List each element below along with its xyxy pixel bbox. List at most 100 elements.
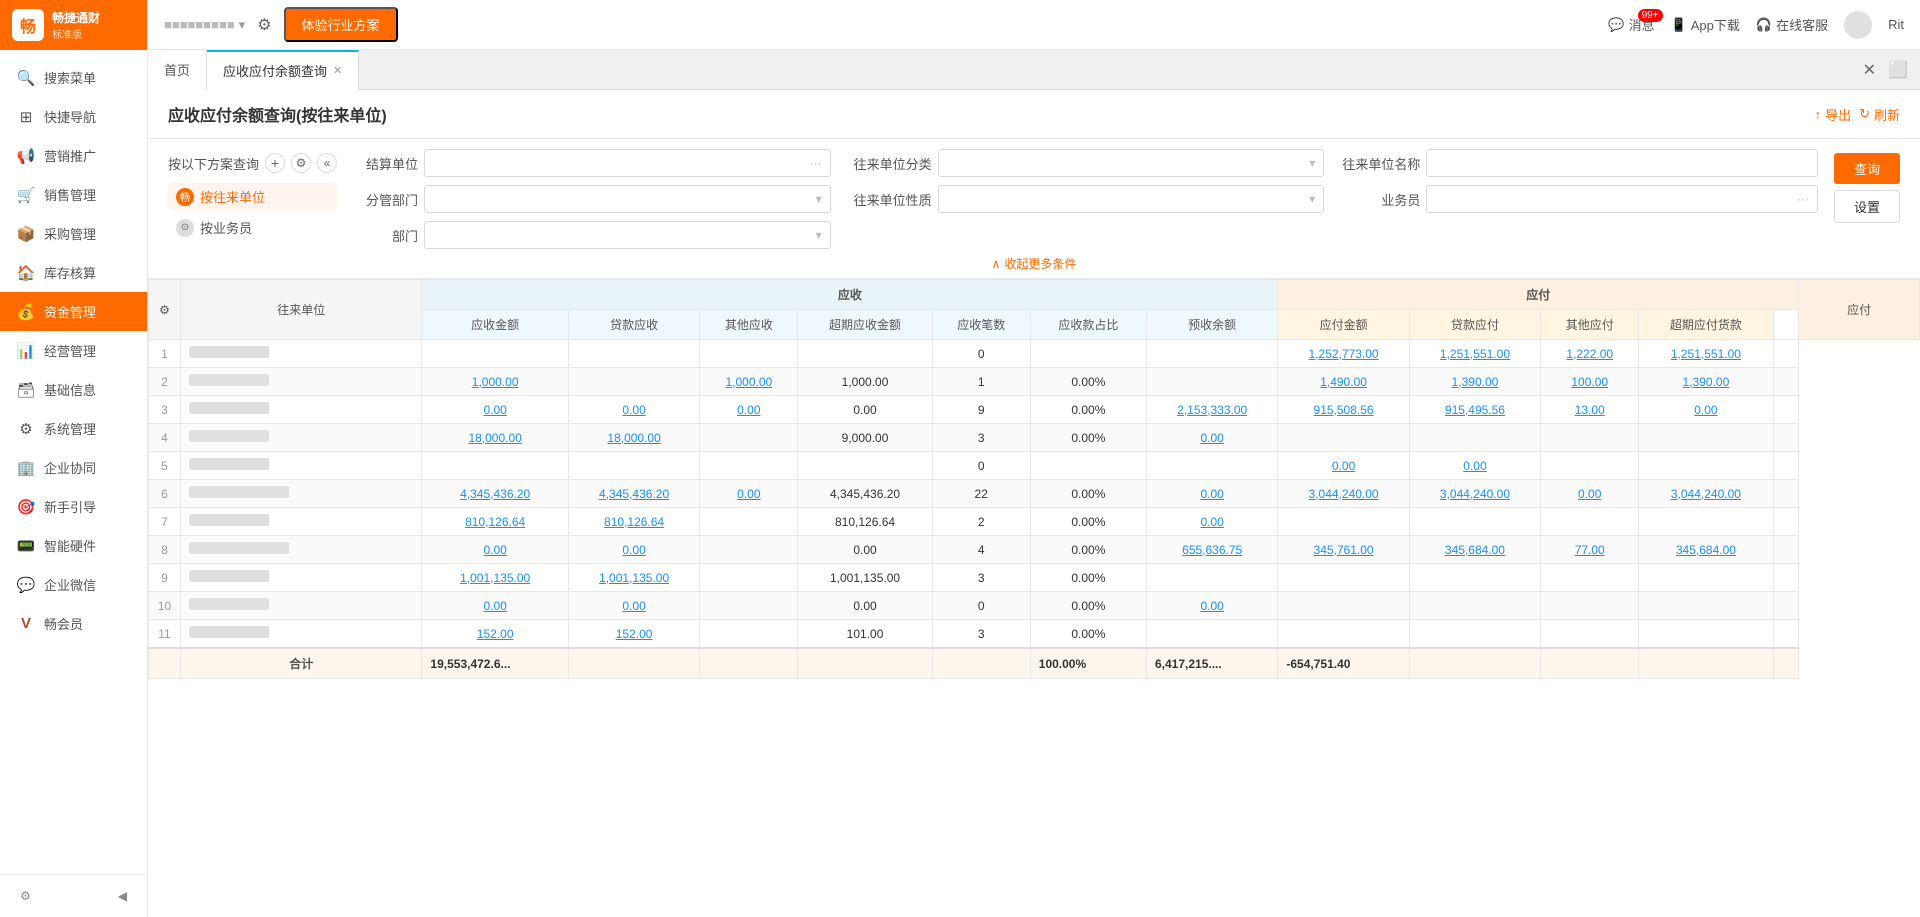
table-cell[interactable]: 0.00 bbox=[568, 592, 699, 620]
tab-home[interactable]: 首页 bbox=[148, 50, 207, 90]
unit-nature-input[interactable]: ▾ bbox=[938, 185, 1325, 213]
table-cell[interactable]: 18,000.00 bbox=[568, 424, 699, 452]
scheme-by-unit[interactable]: 畅 按往来单位 bbox=[168, 183, 337, 210]
table-cell[interactable]: 3,044,240.00 bbox=[1639, 480, 1773, 508]
table-cell[interactable]: 810,126.64 bbox=[568, 508, 699, 536]
unit-name-input[interactable] bbox=[1426, 149, 1818, 177]
table-cell[interactable]: 3,044,240.00 bbox=[1409, 480, 1540, 508]
sidebar-item-corp[interactable]: 🏢 企业协同 bbox=[0, 448, 147, 487]
table-cell[interactable]: 915,495.56 bbox=[1409, 396, 1540, 424]
settings-button[interactable]: 设置 bbox=[1834, 190, 1900, 223]
table-cell[interactable]: 13.00 bbox=[1541, 396, 1639, 424]
salesperson-input[interactable]: ··· bbox=[1426, 185, 1818, 213]
sidebar-collapse-btn[interactable]: ◀ bbox=[114, 885, 131, 907]
table-cell[interactable]: 345,684.00 bbox=[1409, 536, 1540, 564]
settlement-unit-input[interactable]: ··· bbox=[424, 149, 831, 177]
department-input[interactable]: ▾ bbox=[424, 221, 831, 249]
table-cell: 6 bbox=[149, 480, 181, 508]
tab-maximize-btn[interactable]: ⬜ bbox=[1884, 56, 1912, 84]
sidebar-item-inventory[interactable]: 🏠 库存核算 bbox=[0, 253, 147, 292]
add-scheme-btn[interactable]: + bbox=[265, 153, 285, 173]
table-cell[interactable]: 1,000.00 bbox=[700, 368, 798, 396]
table-cell[interactable]: 0.00 bbox=[1541, 480, 1639, 508]
division-dept-input[interactable]: ▾ bbox=[424, 185, 831, 213]
sidebar-item-operations[interactable]: 📊 经营管理 bbox=[0, 331, 147, 370]
promo-button[interactable]: 体验行业方案 bbox=[284, 7, 398, 42]
table-cell[interactable]: 0.00 bbox=[568, 396, 699, 424]
export-btn[interactable]: ↑ 导出 bbox=[1815, 105, 1852, 124]
unit-category-input[interactable]: ▾ bbox=[938, 149, 1325, 177]
tab-close-window-btn[interactable]: ✕ bbox=[1859, 56, 1880, 84]
online-service-btn[interactable]: 🎧 在线客服 bbox=[1756, 15, 1828, 34]
sidebar-item-system[interactable]: ⚙ 系统管理 bbox=[0, 409, 147, 448]
table-cell[interactable]: 0.00 bbox=[1146, 508, 1277, 536]
sidebar-item-guide[interactable]: 🎯 新手引导 bbox=[0, 487, 147, 526]
sidebar-item-vip[interactable]: V 畅会员 bbox=[0, 604, 147, 643]
table-cell[interactable]: 2,153,333.00 bbox=[1146, 396, 1277, 424]
table-area[interactable]: ⚙ 往来单位 应收 应付 应付 应收金额 贷款应收 其他应收 超期应收金额 应收… bbox=[148, 279, 1920, 917]
sidebar-item-basics[interactable]: 🗃 基础信息 bbox=[0, 370, 147, 409]
table-cell[interactable]: 0.00 bbox=[422, 536, 568, 564]
sidebar-item-finance[interactable]: 💰 资金管理 bbox=[0, 292, 147, 331]
message-btn[interactable]: 💬 消息 99+ bbox=[1608, 15, 1654, 34]
app-download-btn[interactable]: 📱 App下载 bbox=[1671, 15, 1740, 34]
sidebar-item-wechat[interactable]: 💬 企业微信 bbox=[0, 565, 147, 604]
table-cell[interactable]: 4,345,436.20 bbox=[568, 480, 699, 508]
table-cell[interactable]: 0.00 bbox=[1146, 424, 1277, 452]
footer-ar-amount[interactable]: 19,553,472.6... bbox=[422, 648, 568, 679]
table-cell[interactable]: 1,252,773.00 bbox=[1278, 340, 1409, 368]
username[interactable]: Rit bbox=[1888, 17, 1904, 32]
sidebar-item-quick-nav[interactable]: ⊞ 快捷导航 bbox=[0, 97, 147, 136]
table-cell[interactable]: 1,251,551.00 bbox=[1639, 340, 1773, 368]
table-cell[interactable]: 0.00 bbox=[422, 396, 568, 424]
table-cell[interactable]: 345,761.00 bbox=[1278, 536, 1409, 564]
table-cell[interactable]: 77.00 bbox=[1541, 536, 1639, 564]
table-cell[interactable]: 3,044,240.00 bbox=[1278, 480, 1409, 508]
table-cell[interactable]: 0.00 bbox=[568, 536, 699, 564]
sidebar-item-hardware[interactable]: 📟 智能硬件 bbox=[0, 526, 147, 565]
table-cell[interactable]: 152.00 bbox=[422, 620, 568, 649]
table-cell[interactable]: 1,001,135.00 bbox=[422, 564, 568, 592]
table-cell[interactable]: 18,000.00 bbox=[422, 424, 568, 452]
table-cell[interactable]: 1,251,551.00 bbox=[1409, 340, 1540, 368]
table-cell[interactable]: 915,508.56 bbox=[1278, 396, 1409, 424]
table-cell[interactable]: 0.00 bbox=[700, 396, 798, 424]
query-button[interactable]: 查询 bbox=[1834, 153, 1900, 184]
sidebar-settings-btn[interactable]: ⚙ bbox=[16, 885, 35, 907]
refresh-btn[interactable]: ↻ 刷新 bbox=[1859, 105, 1900, 124]
table-cell[interactable]: 1,222.00 bbox=[1541, 340, 1639, 368]
gear-icon[interactable]: ⚙ bbox=[257, 15, 271, 35]
table-cell[interactable]: 810,126.64 bbox=[422, 508, 568, 536]
table-cell[interactable]: 1,001,135.00 bbox=[568, 564, 699, 592]
table-cell[interactable]: 345,684.00 bbox=[1639, 536, 1773, 564]
table-cell[interactable]: 0.00 bbox=[1146, 480, 1277, 508]
collapse-btn[interactable]: ∧ 收起更多条件 bbox=[992, 255, 1077, 272]
table-cell[interactable]: 655,636.75 bbox=[1146, 536, 1277, 564]
tab-ar-ap[interactable]: 应收应付余额查询 ✕ bbox=[207, 50, 359, 90]
col-settings-header[interactable]: ⚙ bbox=[149, 280, 181, 340]
settings-scheme-btn[interactable]: ⚙ bbox=[291, 153, 311, 173]
table-cell[interactable]: 1,390.00 bbox=[1639, 368, 1773, 396]
sidebar-item-sales[interactable]: 🛒 销售管理 bbox=[0, 175, 147, 214]
table-cell[interactable]: 0.00 bbox=[1278, 452, 1409, 480]
table-cell[interactable]: 0.00 bbox=[700, 480, 798, 508]
table-cell[interactable]: 4,345,436.20 bbox=[422, 480, 568, 508]
sidebar-item-marketing[interactable]: 📢 营销推广 bbox=[0, 136, 147, 175]
table-cell[interactable]: 0.00 bbox=[1409, 452, 1540, 480]
table-cell[interactable]: 0.00 bbox=[422, 592, 568, 620]
sidebar-item-search-menu[interactable]: 🔍 搜索菜单 bbox=[0, 58, 147, 97]
table-cell[interactable]: 152.00 bbox=[568, 620, 699, 649]
collapse-scheme-btn[interactable]: « bbox=[317, 153, 337, 173]
table-cell bbox=[1409, 564, 1540, 592]
table-cell[interactable]: 1,490.00 bbox=[1278, 368, 1409, 396]
table-cell[interactable]: 1,390.00 bbox=[1409, 368, 1540, 396]
footer-ar-prepaid[interactable]: 6,417,215.... bbox=[1146, 648, 1277, 679]
table-cell[interactable]: 0.00 bbox=[1146, 592, 1277, 620]
table-cell[interactable]: 0.00 bbox=[1639, 396, 1773, 424]
tab-close-icon[interactable]: ✕ bbox=[333, 64, 342, 77]
table-cell[interactable]: 100.00 bbox=[1541, 368, 1639, 396]
table-cell bbox=[700, 452, 798, 480]
sidebar-item-purchase[interactable]: 📦 采购管理 bbox=[0, 214, 147, 253]
table-cell[interactable]: 1,000.00 bbox=[422, 368, 568, 396]
scheme-by-staff[interactable]: ⊙ 按业务员 bbox=[168, 214, 337, 241]
